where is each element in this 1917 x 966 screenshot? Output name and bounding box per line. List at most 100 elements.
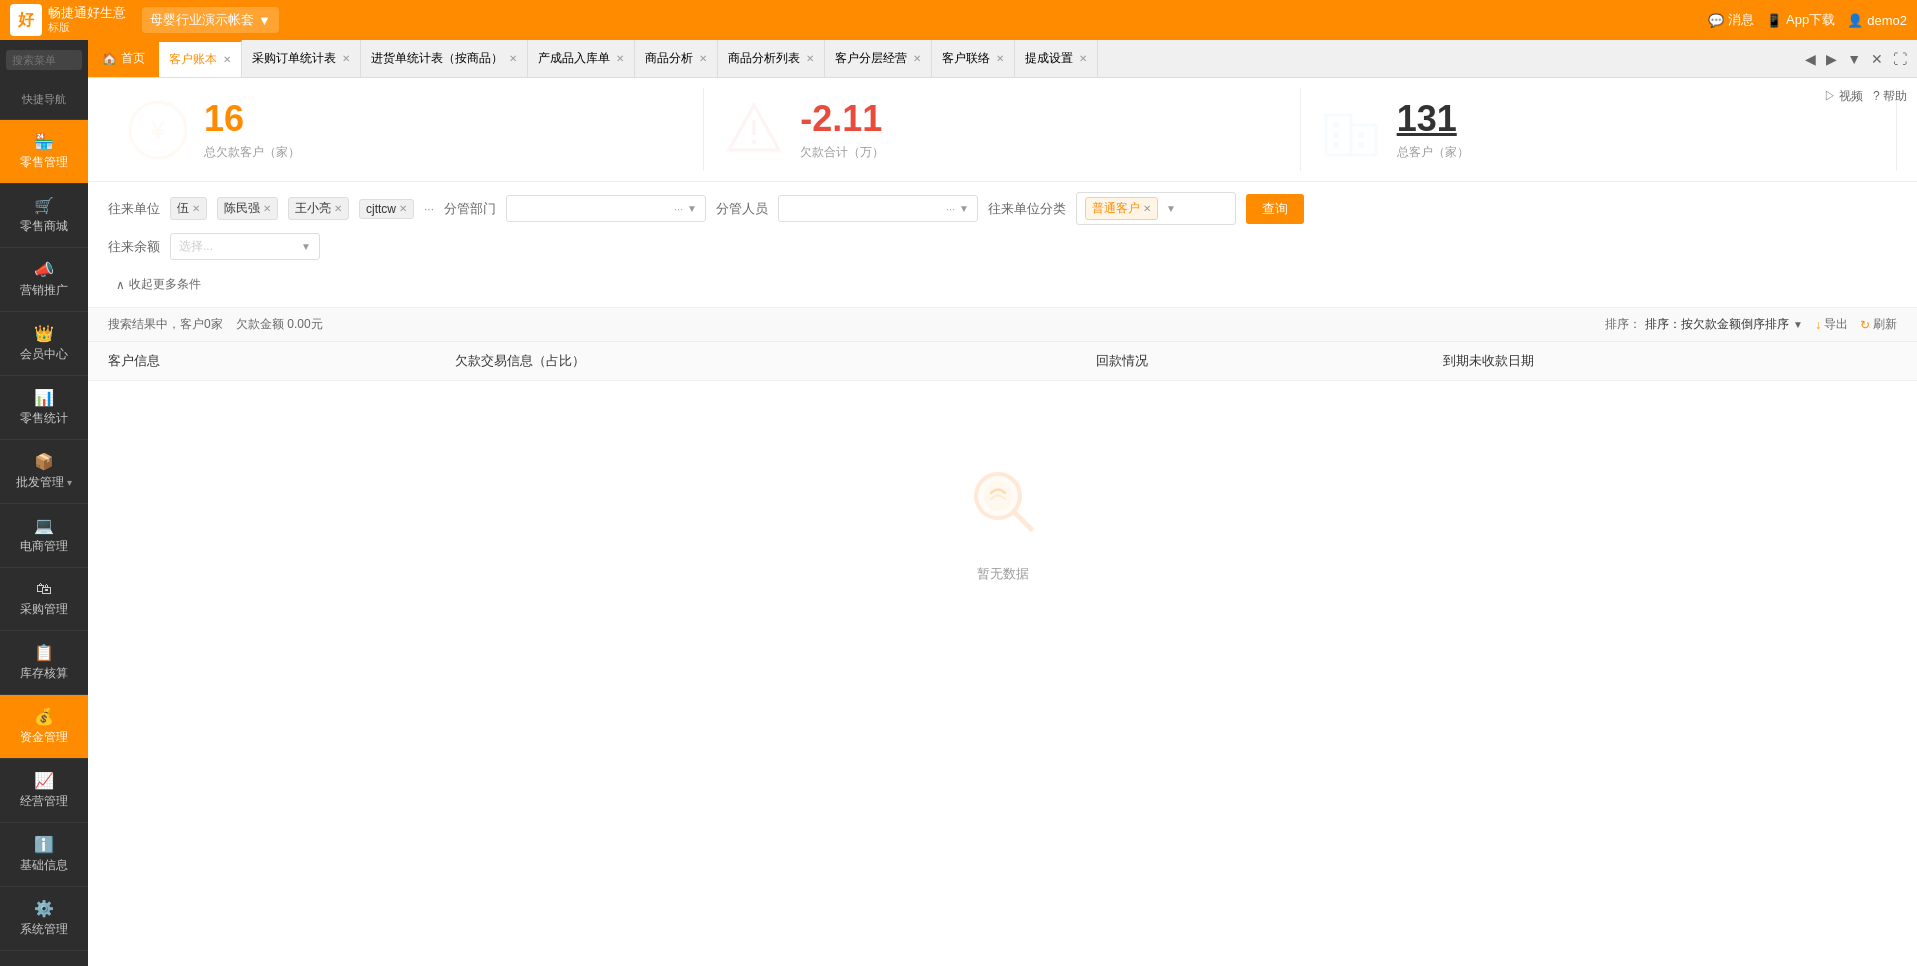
tab-close-goods[interactable]: ✕ [699, 53, 707, 64]
system-icon: ⚙️ [0, 899, 88, 918]
unit-class-select[interactable]: 普通客户 ✕ ▼ [1076, 192, 1236, 225]
top-right: 💬 消息 📱 App下载 👤 demo2 [1708, 11, 1907, 29]
finance-icon: 💰 [0, 707, 88, 726]
person-select[interactable]: ··· ▼ [778, 195, 978, 222]
debt-label: 欠款合计（万） [800, 144, 884, 161]
dept-select[interactable]: ··· ▼ [506, 195, 706, 222]
sidebar-search[interactable] [0, 40, 88, 80]
sidebar-item-wholesale[interactable]: 📦 批发管理 ▾ [0, 440, 88, 504]
refresh-button[interactable]: ↻ 刷新 [1860, 316, 1897, 333]
home-icon: 🏠 [102, 52, 117, 66]
col-debt-info: 欠款交易信息（占比） [435, 342, 1076, 381]
tab-product-entry[interactable]: 产成品入库单 ✕ [528, 40, 635, 78]
total-customers-info: 131 总客户（家） [1397, 98, 1469, 161]
export-icon: ↓ [1815, 318, 1821, 332]
store-selector[interactable]: 母婴行业演示帐套 ▼ [142, 7, 279, 33]
refresh-label: 刷新 [1873, 316, 1897, 333]
amount-text: 欠款金额 0.00元 [236, 317, 323, 331]
sidebar-item-label: 基础信息 [20, 858, 68, 872]
dept-label: 分管部门 [444, 200, 496, 218]
sidebar-item-member[interactable]: 👑 会员中心 [0, 312, 88, 376]
tab-close-commission[interactable]: ✕ [1079, 53, 1087, 64]
inventory-icon: 📋 [0, 643, 88, 662]
sidebar-item-purchase[interactable]: 🛍 采购管理 [0, 568, 88, 631]
sidebar-item-marketing[interactable]: 📣 营销推广 [0, 248, 88, 312]
remove-tag-cjttcw[interactable]: ✕ [399, 203, 407, 214]
remove-tag-ordinary[interactable]: ✕ [1143, 203, 1151, 214]
tab-close-all-button[interactable]: ✕ [1867, 49, 1887, 69]
query-button[interactable]: 查询 [1246, 194, 1304, 224]
refresh-icon: ↻ [1860, 318, 1870, 332]
mall-icon: 🛒 [0, 196, 88, 215]
sidebar-item-finance[interactable]: 💰 资金管理 [0, 695, 88, 759]
tab-next-button[interactable]: ▶ [1822, 49, 1841, 69]
tab-customer-contact[interactable]: 客户联络 ✕ [932, 40, 1015, 78]
tab-bar: 🏠 首页 客户账本 ✕ 采购订单统计表 ✕ 进货单统计表（按商品） ✕ 产成品入… [88, 40, 1917, 78]
col-overdue-date: 到期未收款日期 [1423, 342, 1917, 381]
filter-row-2: 往来余额 选择... ▼ [108, 233, 1897, 260]
sidebar-item-inventory[interactable]: 📋 库存核算 [0, 631, 88, 695]
remove-tag-chen[interactable]: ✕ [263, 203, 271, 214]
summary-help: ▷ 视频 ? 帮助 [1824, 88, 1907, 105]
tab-close-contact[interactable]: ✕ [996, 53, 1004, 64]
search-input[interactable] [6, 50, 82, 70]
filter-more-button[interactable]: ··· [424, 202, 434, 216]
tab-close-inbound[interactable]: ✕ [509, 53, 517, 64]
results-text: 搜索结果中，客户0家 [108, 317, 223, 331]
user-avatar-button[interactable]: 👤 demo2 [1847, 13, 1907, 28]
help-button[interactable]: ? 帮助 [1873, 88, 1907, 105]
tab-close-product[interactable]: ✕ [616, 53, 624, 64]
tab-goods-list[interactable]: 商品分析列表 ✕ [718, 40, 825, 78]
tab-goods-analysis[interactable]: 商品分析 ✕ [635, 40, 718, 78]
tab-goods-analysis-label: 商品分析 [645, 50, 693, 67]
sidebar-item-label: 批发管理 [16, 475, 64, 489]
tab-commission-setting[interactable]: 提成设置 ✕ [1015, 40, 1098, 78]
sort-label: 排序： [1605, 316, 1641, 333]
app-download-button[interactable]: 📱 App下载 [1766, 11, 1835, 29]
tab-menu-button[interactable]: ▼ [1843, 49, 1865, 69]
sidebar-item-system[interactable]: ⚙️ 系统管理 [0, 887, 88, 951]
sidebar-item-label: 系统管理 [20, 922, 68, 936]
results-bar: 搜索结果中，客户0家 欠款金额 0.00元 排序： 排序：按欠款金额倒序排序 ▼… [88, 308, 1917, 342]
collapse-button[interactable]: ∧ 收起更多条件 [108, 272, 209, 297]
tab-inbound-stats[interactable]: 进货单统计表（按商品） ✕ [361, 40, 528, 78]
tab-close-goods-list[interactable]: ✕ [806, 53, 814, 64]
collapse-label: 收起更多条件 [129, 276, 201, 293]
tab-purchase-order[interactable]: 采购订单统计表 ✕ [242, 40, 361, 78]
remove-tag-wang[interactable]: ✕ [334, 203, 342, 214]
sidebar-item-business[interactable]: 📈 经营管理 [0, 759, 88, 823]
tab-home[interactable]: 🏠 首页 [88, 40, 159, 78]
empty-text: 暂无数据 [977, 565, 1029, 583]
ecommerce-icon: 💻 [0, 516, 88, 535]
main-content: ¥ 16 总欠款客户（家） [88, 78, 1917, 966]
remove-tag-wu[interactable]: ✕ [192, 203, 200, 214]
sort-select[interactable]: 排序： 排序：按欠款金额倒序排序 ▼ [1605, 316, 1803, 333]
marketing-icon: 📣 [0, 260, 88, 279]
tab-maximize-button[interactable]: ⛶ [1889, 49, 1911, 69]
sidebar-item-retail-management[interactable]: 🏪 零售管理 [0, 120, 88, 184]
balance-select[interactable]: 选择... ▼ [170, 233, 320, 260]
sidebar-item-ecommerce[interactable]: 💻 电商管理 [0, 504, 88, 568]
avatar: 👤 [1847, 13, 1863, 28]
tab-customer-tier[interactable]: 客户分层经营 ✕ [825, 40, 932, 78]
sidebar-item-retail-stats[interactable]: 📊 零售统计 [0, 376, 88, 440]
logo-text: 畅捷通好生意 [48, 5, 126, 21]
sort-chevron-icon: ▼ [1793, 319, 1803, 330]
sidebar-item-enterprise[interactable]: 🤝 企业协同 [0, 951, 88, 966]
col-repayment: 回款情况 [1076, 342, 1423, 381]
tab-prev-button[interactable]: ◀ [1801, 49, 1820, 69]
tab-close-tier[interactable]: ✕ [913, 53, 921, 64]
tab-close-customer[interactable]: ✕ [223, 54, 231, 65]
export-button[interactable]: ↓ 导出 [1815, 316, 1848, 333]
tab-customer-account[interactable]: 客户账本 ✕ [159, 40, 242, 78]
sidebar-item-basic-info[interactable]: ℹ️ 基础信息 [0, 823, 88, 887]
video-button[interactable]: ▷ 视频 [1824, 88, 1863, 105]
store-name: 母婴行业演示帐套 [150, 11, 254, 29]
tab-close-purchase[interactable]: ✕ [342, 53, 350, 64]
sidebar-item-retail-mall[interactable]: 🛒 零售商城 [0, 184, 88, 248]
filter-tag-chen: 陈民强 ✕ [217, 197, 278, 220]
message-button[interactable]: 💬 消息 [1708, 11, 1754, 29]
filter-tag-wang: 王小亮 ✕ [288, 197, 349, 220]
tab-customer-account-label: 客户账本 [169, 51, 217, 68]
unit-class-label: 往来单位分类 [988, 200, 1066, 218]
